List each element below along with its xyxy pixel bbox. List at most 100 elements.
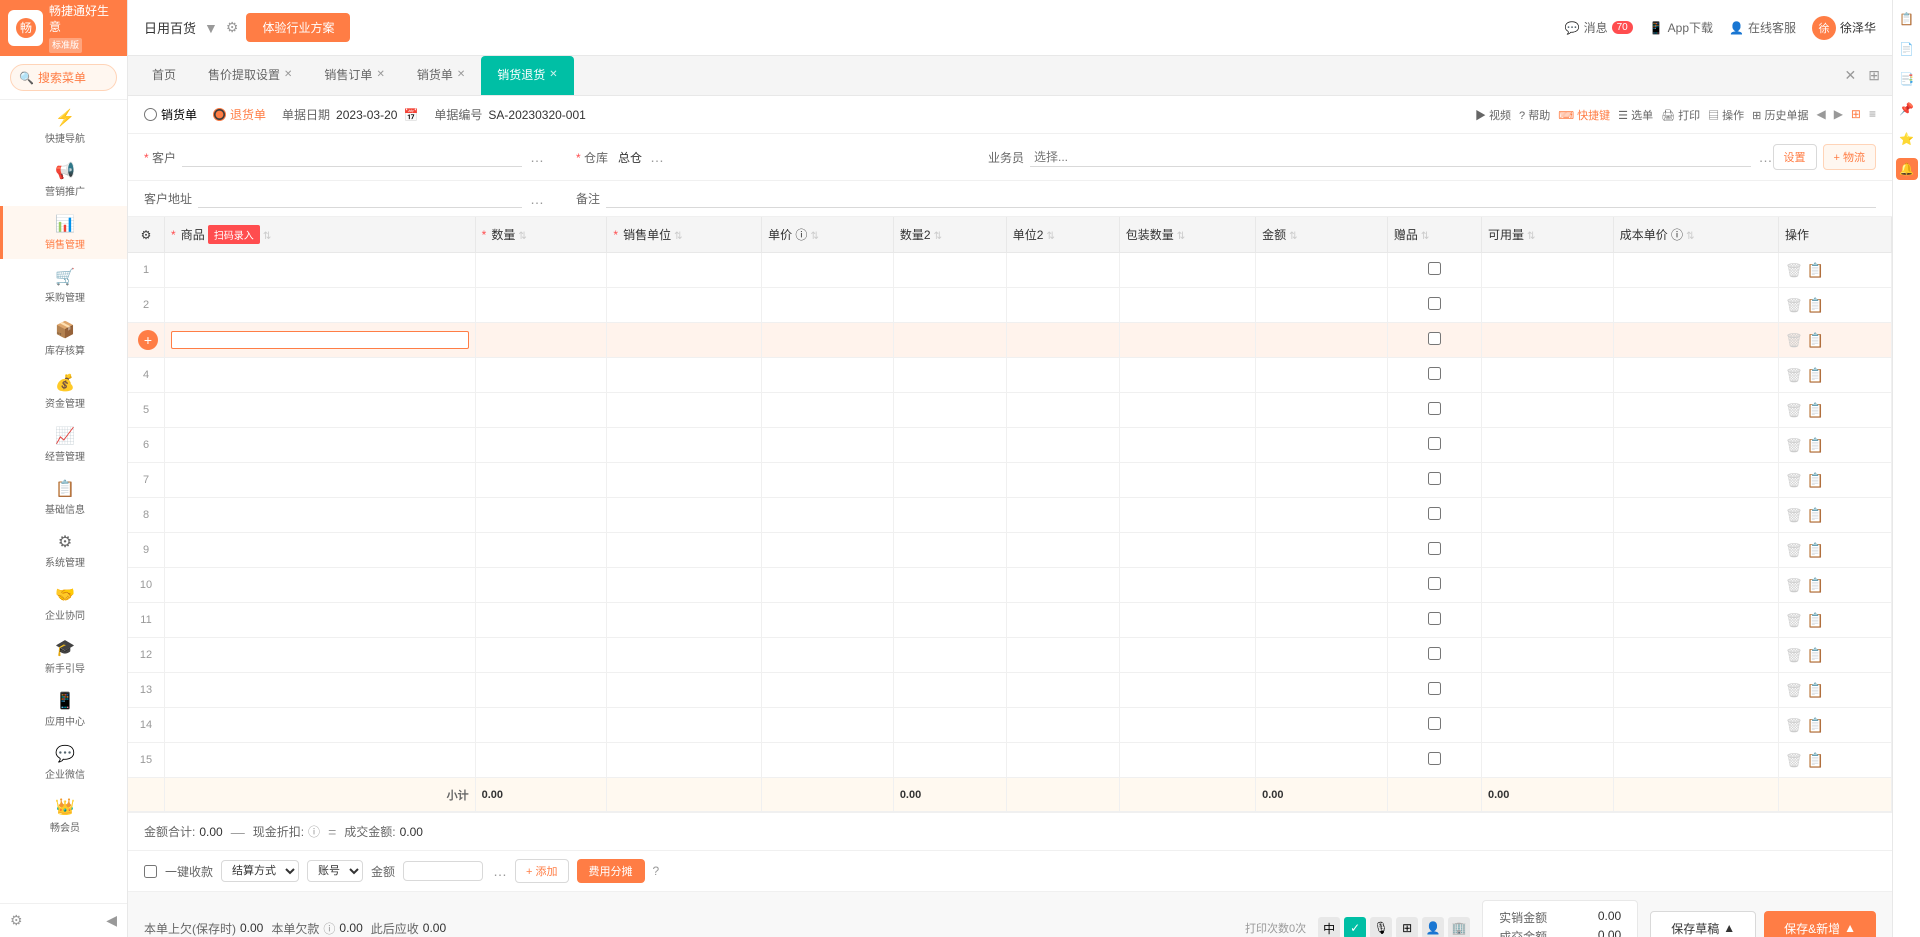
del-4[interactable]: 🗑 bbox=[1785, 367, 1803, 384]
tab-close-order[interactable]: ✕ bbox=[376, 69, 384, 80]
price-sort-icon[interactable]: ⇅ bbox=[810, 231, 818, 242]
price-cell-2[interactable] bbox=[762, 288, 894, 323]
pkg-cell-3-active[interactable] bbox=[1119, 323, 1255, 358]
unit-cell-2[interactable] bbox=[607, 288, 762, 323]
next-record-icon[interactable]: ▶ bbox=[1834, 107, 1843, 123]
copy-7[interactable]: 📋 bbox=[1807, 472, 1824, 489]
tab-sales-order[interactable]: 销售订单 ✕ bbox=[308, 56, 400, 95]
pkg-cell-1[interactable] bbox=[1119, 253, 1255, 288]
goods-cell-2[interactable] bbox=[165, 288, 476, 323]
goods-cell-1[interactable] bbox=[165, 253, 476, 288]
toolbar-icon-1[interactable]: 中 bbox=[1318, 917, 1340, 937]
sidebar-item-inventory[interactable]: 📦 库存核算 bbox=[0, 312, 127, 365]
copy-6[interactable]: 📋 bbox=[1807, 437, 1824, 454]
address-input[interactable] bbox=[198, 189, 522, 208]
sidebar-item-sales[interactable]: 📊 销售管理 bbox=[0, 206, 127, 259]
history-btn[interactable]: ⊞ 历史单据 bbox=[1752, 107, 1808, 123]
gift-cell-2[interactable] bbox=[1387, 288, 1481, 323]
amount-sort-icon[interactable]: ⇅ bbox=[1289, 231, 1297, 242]
del-13[interactable]: 🗑 bbox=[1785, 682, 1803, 699]
config-icon[interactable]: ⚙ bbox=[141, 228, 152, 242]
del-12[interactable]: 🗑 bbox=[1785, 647, 1803, 664]
account-select[interactable]: 账号 bbox=[307, 860, 363, 882]
discount-info-icon[interactable]: ⓘ bbox=[308, 823, 320, 840]
payment-help-icon[interactable]: ? bbox=[653, 864, 660, 878]
right-panel-btn-5[interactable]: ⭐ bbox=[1896, 128, 1918, 150]
toolbar-icon-6[interactable]: 🏢 bbox=[1448, 917, 1470, 937]
available-sort-icon[interactable]: ⇅ bbox=[1527, 231, 1535, 242]
delete-icon-3[interactable]: 🗑 bbox=[1785, 332, 1803, 349]
tab-price-settings[interactable]: 售价提取设置 ✕ bbox=[192, 56, 308, 95]
copy-14[interactable]: 📋 bbox=[1807, 717, 1824, 734]
gift-cell-3-active[interactable] bbox=[1387, 323, 1481, 358]
toolbar-icon-2[interactable]: ✓ bbox=[1344, 917, 1366, 937]
qty2-cell-3-active[interactable] bbox=[893, 323, 1006, 358]
unit2-cell-1[interactable] bbox=[1006, 253, 1119, 288]
address-dots-btn[interactable]: … bbox=[530, 191, 544, 207]
tab-sales-return[interactable]: 销货退货 ✕ bbox=[481, 56, 573, 95]
add-row-btn[interactable]: + bbox=[138, 330, 158, 350]
copy-9[interactable]: 📋 bbox=[1807, 542, 1824, 559]
sidebar-item-system[interactable]: ⚙ 系统管理 bbox=[0, 524, 127, 577]
price-cell-3-active[interactable] bbox=[762, 323, 894, 358]
amount-cell-3-active[interactable] bbox=[1256, 323, 1388, 358]
amount-cell-2[interactable] bbox=[1256, 288, 1388, 323]
logistics-button[interactable]: + 物流 bbox=[1823, 144, 1876, 170]
one-click-checkbox[interactable] bbox=[144, 865, 157, 878]
operation-btn[interactable]: ▤ 操作 bbox=[1708, 107, 1744, 123]
unit-cell-1[interactable] bbox=[607, 253, 762, 288]
copy-icon-1[interactable]: 📋 bbox=[1807, 262, 1824, 279]
del-5[interactable]: 🗑 bbox=[1785, 402, 1803, 419]
qty-cell-1[interactable] bbox=[475, 253, 607, 288]
copy-13[interactable]: 📋 bbox=[1807, 682, 1824, 699]
search-menu-button[interactable]: 🔍 搜索菜单 bbox=[10, 64, 117, 91]
right-panel-btn-6[interactable]: 🔔 bbox=[1896, 158, 1918, 180]
user-area[interactable]: 徐 徐泽华 bbox=[1812, 16, 1876, 40]
unit2-cell-3-active[interactable] bbox=[1006, 323, 1119, 358]
right-panel-btn-1[interactable]: 📋 bbox=[1896, 8, 1918, 30]
cost-cell-2[interactable] bbox=[1613, 288, 1778, 323]
select-btn[interactable]: ☰ 选单 bbox=[1618, 107, 1653, 123]
goods-input-active[interactable] bbox=[171, 331, 469, 349]
remark-input[interactable] bbox=[606, 189, 1876, 208]
cost-cell-3-active[interactable] bbox=[1613, 323, 1778, 358]
online-service-btn[interactable]: 👤 在线客服 bbox=[1729, 19, 1796, 36]
tab-close-bill[interactable]: ✕ bbox=[457, 69, 465, 80]
add-payment-btn[interactable]: + 添加 bbox=[515, 859, 568, 883]
tab-sales-bill[interactable]: 销货单 ✕ bbox=[401, 56, 481, 95]
price-cell-1[interactable] bbox=[762, 253, 894, 288]
help-btn[interactable]: ? 帮助 bbox=[1519, 107, 1550, 123]
return-bill-radio[interactable]: 退货单 bbox=[213, 106, 266, 123]
delete-icon-1[interactable]: 🗑 bbox=[1785, 262, 1803, 279]
gift-cell-1[interactable] bbox=[1387, 253, 1481, 288]
sidebar-item-purchase[interactable]: 🛒 采购管理 bbox=[0, 259, 127, 312]
scan-input-btn[interactable]: 扫码录入 bbox=[208, 225, 260, 244]
sidebar-item-finance[interactable]: 💰 资金管理 bbox=[0, 365, 127, 418]
calendar-icon[interactable]: 📅 bbox=[403, 108, 418, 122]
sidebar-item-marketing[interactable]: 📢 营销推广 bbox=[0, 153, 127, 206]
qty-cell-2[interactable] bbox=[475, 288, 607, 323]
draft-chevron[interactable]: ▲ bbox=[1723, 921, 1735, 935]
right-panel-btn-4[interactable]: 📌 bbox=[1896, 98, 1918, 120]
experience-btn[interactable]: 体验行业方案 bbox=[246, 13, 350, 42]
del-10[interactable]: 🗑 bbox=[1785, 577, 1803, 594]
toolbar-icon-3[interactable]: 🎙 bbox=[1370, 917, 1392, 937]
message-btn[interactable]: 💬 消息 70 bbox=[1565, 19, 1633, 36]
payment-amount-input[interactable] bbox=[403, 861, 483, 881]
expense-btn[interactable]: 费用分摊 bbox=[577, 859, 645, 883]
tab-close-return[interactable]: ✕ bbox=[549, 69, 557, 80]
customer-input[interactable] bbox=[182, 148, 522, 167]
del-11[interactable]: 🗑 bbox=[1785, 612, 1803, 629]
copy-10[interactable]: 📋 bbox=[1807, 577, 1824, 594]
video-btn[interactable]: ▶ 视频 bbox=[1475, 107, 1511, 123]
qty-sort-icon[interactable]: ⇅ bbox=[518, 231, 526, 242]
save-chevron[interactable]: ▲ bbox=[1844, 921, 1856, 935]
sidebar-item-member[interactable]: 👑 畅会员 bbox=[0, 789, 127, 842]
sidebar-item-quick-nav[interactable]: ⚡ 快捷导航 bbox=[0, 100, 127, 153]
del-14[interactable]: 🗑 bbox=[1785, 717, 1803, 734]
gift-sort-icon[interactable]: ⇅ bbox=[1421, 231, 1429, 242]
unit2-sort-icon[interactable]: ⇅ bbox=[1047, 231, 1055, 242]
del-7[interactable]: 🗑 bbox=[1785, 472, 1803, 489]
col-config[interactable]: ⚙ bbox=[128, 217, 165, 253]
unit-sort-icon[interactable]: ⇅ bbox=[674, 231, 682, 242]
